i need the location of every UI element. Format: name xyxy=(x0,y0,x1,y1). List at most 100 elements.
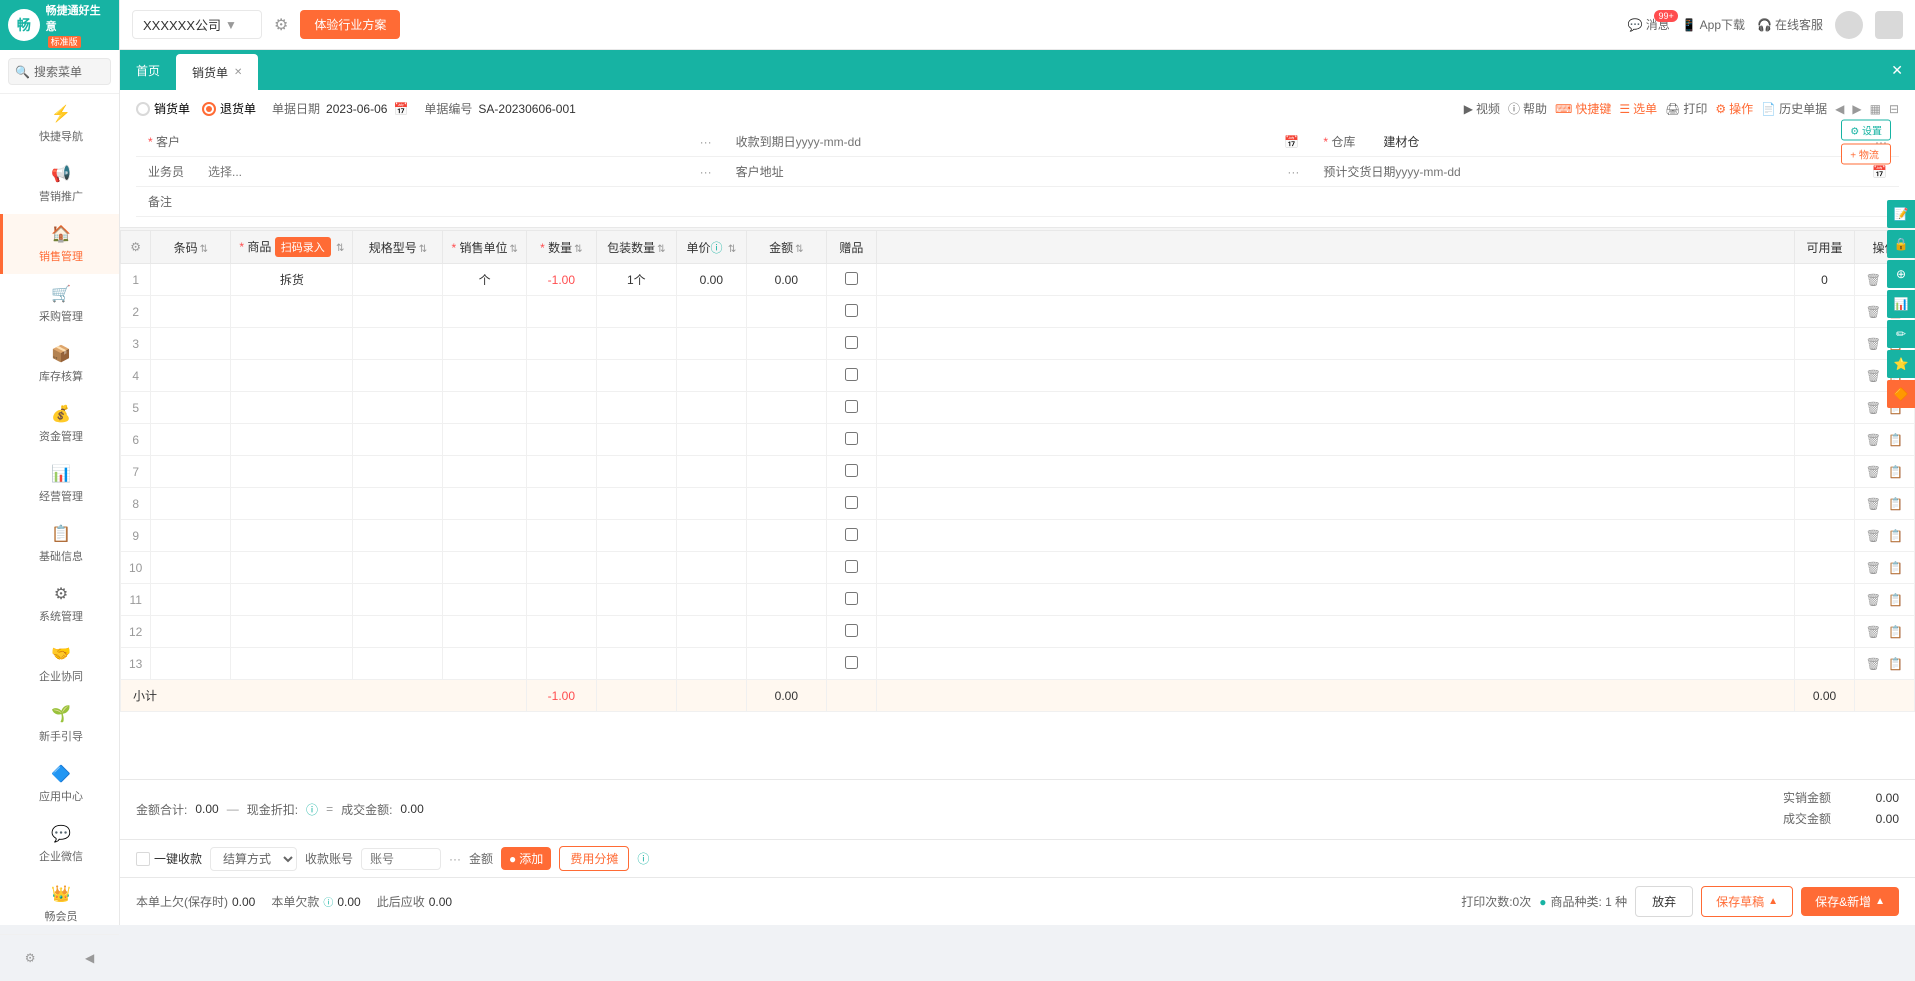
expense-help-icon[interactable]: ⓘ xyxy=(637,850,649,867)
tab-sales-order[interactable]: 销货单 ✕ xyxy=(176,54,258,90)
row-qty[interactable] xyxy=(526,456,596,488)
view-table-icon[interactable]: ⊟ xyxy=(1889,102,1899,116)
table-settings-icon[interactable]: ⚙ xyxy=(130,240,141,254)
row-copy-icon[interactable]: 📋 xyxy=(1888,433,1903,447)
payment-date-input[interactable] xyxy=(796,135,1281,149)
video-tool[interactable]: ▶ 视频 xyxy=(1464,100,1500,117)
sidebar-item-system[interactable]: ⚙ 系统管理 xyxy=(0,574,119,634)
price-sort-icon[interactable]: ⇅ xyxy=(728,244,736,255)
row-qty[interactable] xyxy=(526,488,596,520)
row-goods[interactable] xyxy=(231,296,353,328)
row-price[interactable] xyxy=(676,520,746,552)
row-goods[interactable] xyxy=(231,328,353,360)
sidebar-item-quick-nav[interactable]: ⚡ 快捷导航 xyxy=(0,94,119,154)
right-float-note-btn[interactable]: 📝 xyxy=(1887,200,1915,228)
row-copy-icon[interactable]: 📋 xyxy=(1888,561,1903,575)
row-qty[interactable] xyxy=(526,616,596,648)
row-goods[interactable]: 拆货 xyxy=(231,264,353,296)
row-price[interactable] xyxy=(676,360,746,392)
row-qty[interactable] xyxy=(526,520,596,552)
row-copy-icon[interactable]: 📋 xyxy=(1888,625,1903,639)
row-pkg[interactable] xyxy=(596,616,676,648)
row-spec[interactable] xyxy=(353,648,443,680)
row-unit[interactable] xyxy=(443,520,526,552)
trial-btn[interactable]: 体验行业方案 xyxy=(300,10,400,39)
help-tool[interactable]: ⓘ 帮助 xyxy=(1508,100,1547,117)
user-avatar[interactable] xyxy=(1835,11,1863,39)
row-goods[interactable] xyxy=(231,584,353,616)
customer-addr-input[interactable] xyxy=(796,165,1284,179)
view-toggle-icon[interactable]: ▦ xyxy=(1870,102,1881,116)
row-barcode[interactable] xyxy=(151,424,231,456)
cash-discount-help-icon[interactable]: ⓘ xyxy=(306,801,318,818)
row-gift[interactable] xyxy=(826,360,876,392)
sidebar-item-sales[interactable]: 🏠 销售管理 xyxy=(0,214,119,274)
row-qty[interactable] xyxy=(526,584,596,616)
row-qty[interactable] xyxy=(526,552,596,584)
row-spec[interactable] xyxy=(353,264,443,296)
app-download-btn[interactable]: 📱 App下载 xyxy=(1682,16,1745,33)
row-price[interactable] xyxy=(676,488,746,520)
settings-btn[interactable]: ⚙ 设置 xyxy=(1841,119,1891,140)
row-unit[interactable] xyxy=(443,552,526,584)
row-goods[interactable] xyxy=(231,392,353,424)
row-goods[interactable] xyxy=(231,488,353,520)
row-goods[interactable] xyxy=(231,424,353,456)
row-barcode[interactable] xyxy=(151,264,231,296)
row-barcode[interactable] xyxy=(151,360,231,392)
delivery-calendar-icon[interactable]: 📅 xyxy=(1872,165,1887,179)
customer-dots[interactable]: ··· xyxy=(700,135,712,149)
row-copy-icon[interactable]: 📋 xyxy=(1888,465,1903,479)
company-selector[interactable]: XXXXXX公司 ▼ xyxy=(132,10,262,39)
print-tool[interactable]: 🖨 打印 xyxy=(1665,100,1707,117)
row-gift[interactable] xyxy=(826,648,876,680)
row-barcode[interactable] xyxy=(151,328,231,360)
row-gift[interactable] xyxy=(826,584,876,616)
save-draft-btn[interactable]: 保存草稿 ▲ xyxy=(1701,886,1793,917)
amount-sort-icon[interactable]: ⇅ xyxy=(795,244,803,255)
row-pkg[interactable] xyxy=(596,360,676,392)
row-amount[interactable] xyxy=(746,648,826,680)
row-pkg[interactable] xyxy=(596,296,676,328)
row-gift[interactable] xyxy=(826,328,876,360)
sidebar-item-guide[interactable]: 🌱 新手引导 xyxy=(0,694,119,754)
row-amount[interactable] xyxy=(746,616,826,648)
message-btn[interactable]: 💬 消息 99+ xyxy=(1628,16,1670,33)
scan-btn[interactable]: 扫码录入 xyxy=(275,237,331,257)
remark-input[interactable] xyxy=(208,195,1887,209)
sidebar-item-marketing[interactable]: 📢 营销推广 xyxy=(0,154,119,214)
sidebar-item-member[interactable]: 👑 畅会员 xyxy=(0,874,119,934)
row-spec[interactable] xyxy=(353,360,443,392)
row-price[interactable]: 0.00 xyxy=(676,264,746,296)
right-float-chart-btn[interactable]: 📊 xyxy=(1887,290,1915,318)
sidebar-item-basic[interactable]: 📋 基础信息 xyxy=(0,514,119,574)
tab-home[interactable]: 首页 xyxy=(120,50,176,90)
radio-return[interactable]: 退货单 xyxy=(202,100,256,117)
customer-addr-dots[interactable]: ··· xyxy=(1287,165,1299,179)
salesperson-input[interactable] xyxy=(208,165,696,179)
row-unit[interactable] xyxy=(443,424,526,456)
row-gift[interactable] xyxy=(826,520,876,552)
row-pkg[interactable] xyxy=(596,392,676,424)
row-amount[interactable] xyxy=(746,328,826,360)
row-pkg[interactable] xyxy=(596,424,676,456)
row-gift[interactable] xyxy=(826,456,876,488)
row-price[interactable] xyxy=(676,648,746,680)
row-unit[interactable] xyxy=(443,392,526,424)
row-goods[interactable] xyxy=(231,552,353,584)
right-float-lock-btn[interactable]: 🔒 xyxy=(1887,230,1915,258)
row-unit[interactable] xyxy=(443,360,526,392)
row-amount[interactable] xyxy=(746,392,826,424)
discard-btn[interactable]: 放弃 xyxy=(1635,886,1693,917)
save-new-btn[interactable]: 保存&新增 ▲ xyxy=(1801,887,1899,916)
row-amount[interactable]: 0.00 xyxy=(746,264,826,296)
row-spec[interactable] xyxy=(353,552,443,584)
pkg-sort-icon[interactable]: ⇅ xyxy=(657,244,665,255)
row-goods[interactable] xyxy=(231,616,353,648)
row-unit[interactable] xyxy=(443,296,526,328)
account-input[interactable] xyxy=(361,848,441,870)
row-unit[interactable] xyxy=(443,584,526,616)
row-gift[interactable] xyxy=(826,296,876,328)
salesperson-dots[interactable]: ··· xyxy=(700,165,712,179)
row-goods[interactable] xyxy=(231,456,353,488)
